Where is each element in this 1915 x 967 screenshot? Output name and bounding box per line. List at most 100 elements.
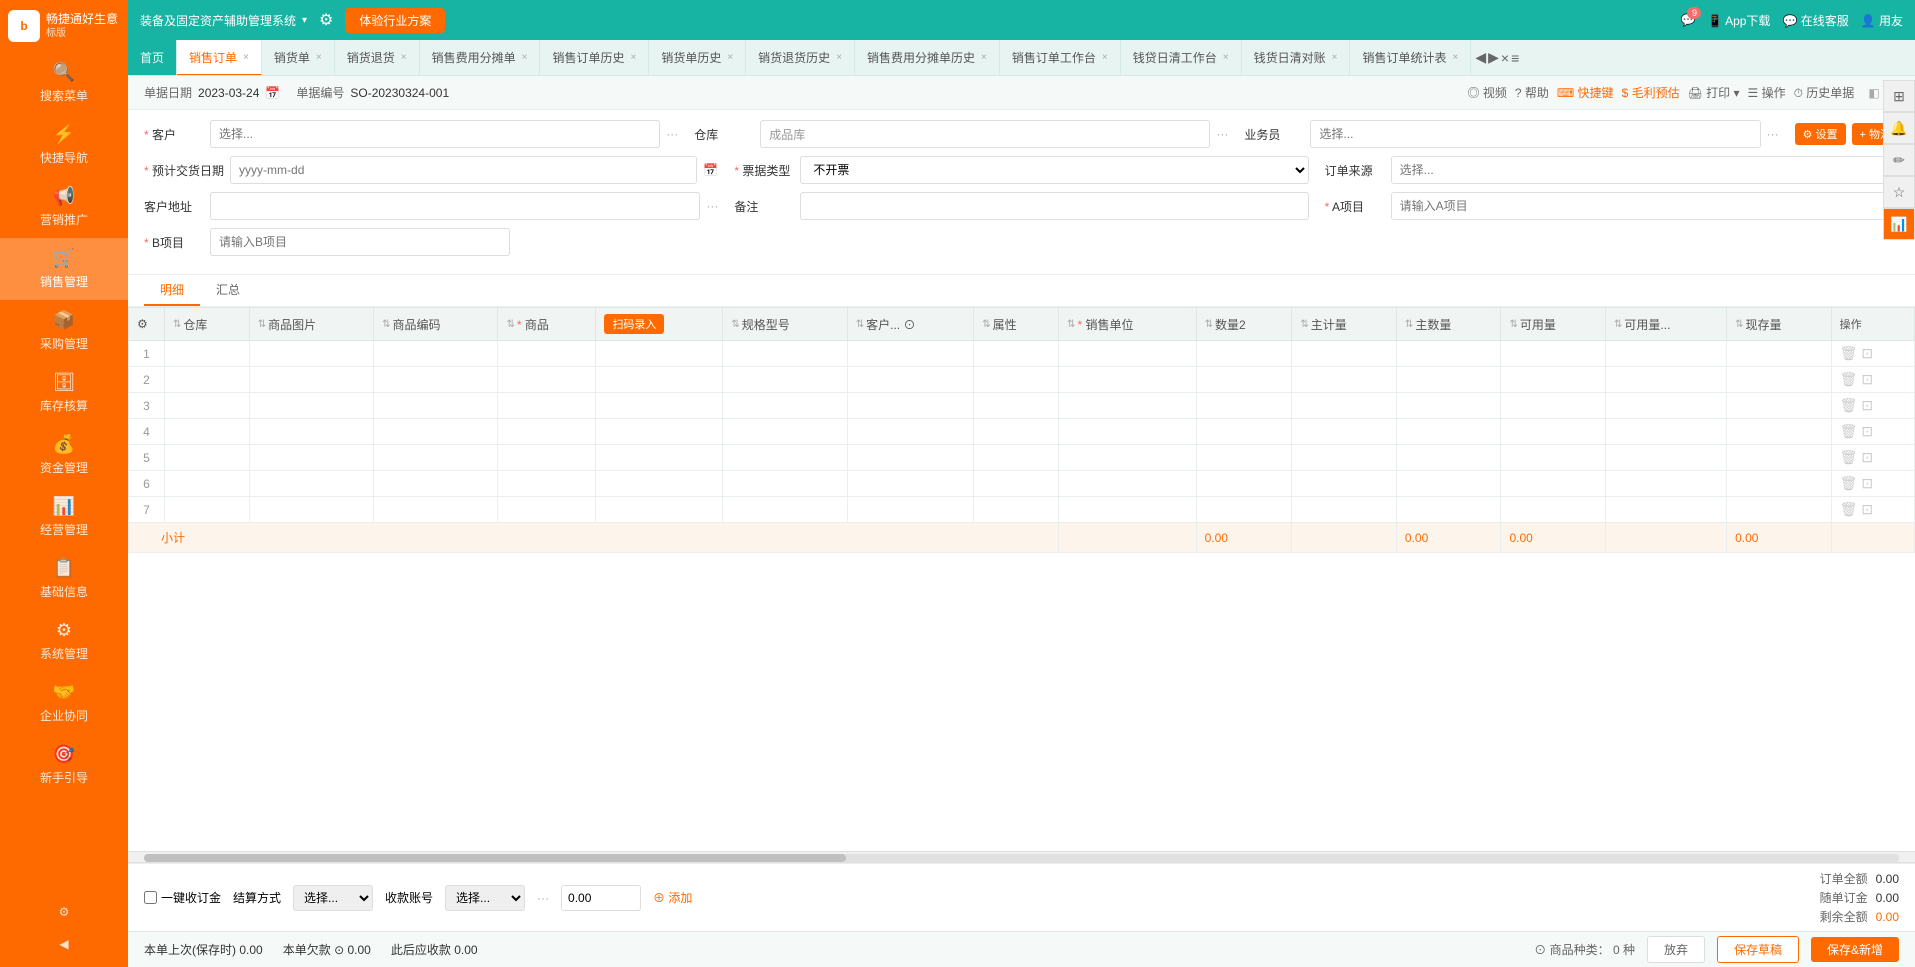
- tab-expense[interactable]: 销售费用分摊单 ×: [420, 40, 541, 76]
- row-7-stock[interactable]: [1727, 497, 1832, 523]
- tab-close-return[interactable]: ×: [401, 52, 407, 63]
- row-7-available2[interactable]: [1606, 497, 1727, 523]
- right-panel-edit-btn[interactable]: ✏: [1883, 144, 1915, 176]
- operation-btn[interactable]: ☰ 操作: [1748, 84, 1786, 101]
- row-1-stock[interactable]: [1727, 341, 1832, 367]
- scrollbar-thumb[interactable]: [144, 854, 846, 862]
- row-3-warehouse[interactable]: [165, 393, 250, 419]
- delivery-input[interactable]: [230, 156, 697, 184]
- add-button[interactable]: ⊕ 添加: [653, 889, 692, 906]
- tab-close-sales-order[interactable]: ×: [243, 52, 249, 63]
- tab-invoice[interactable]: 销货单 ×: [262, 40, 335, 76]
- sidebar-item-quicknav[interactable]: ⚡ 快捷导航: [0, 114, 128, 176]
- row-6-code[interactable]: [374, 471, 498, 497]
- row-4-spec[interactable]: [723, 419, 847, 445]
- row-3-delete-icon[interactable]: 🗑: [1840, 397, 1858, 414]
- row-4-available2[interactable]: [1606, 419, 1727, 445]
- row-1-scan[interactable]: [596, 341, 723, 367]
- row-4-available[interactable]: [1501, 419, 1606, 445]
- row-2-attr[interactable]: [974, 367, 1059, 393]
- row-6-image[interactable]: [249, 471, 373, 497]
- row-7-code[interactable]: [374, 497, 498, 523]
- row-6-available[interactable]: [1501, 471, 1606, 497]
- row-1-code[interactable]: [374, 341, 498, 367]
- sidebar-item-basic[interactable]: 📋 基础信息: [0, 548, 128, 610]
- online-service-link[interactable]: 💬 在线客服: [1782, 12, 1848, 29]
- tab-close-history-return[interactable]: ×: [836, 52, 842, 63]
- topbar-gear-icon[interactable]: ⚙: [319, 10, 333, 30]
- tab-next-btn[interactable]: ▶: [1488, 49, 1499, 66]
- row-3-scan[interactable]: [596, 393, 723, 419]
- bottom-dots[interactable]: ···: [537, 891, 549, 905]
- row-3-image[interactable]: [249, 393, 373, 419]
- row-7-attr[interactable]: [974, 497, 1059, 523]
- row-7-spec[interactable]: [723, 497, 847, 523]
- sidebar-item-enterprise[interactable]: 🤝 企业协同: [0, 672, 128, 734]
- row-5-spec[interactable]: [723, 445, 847, 471]
- tab-close-daily-clear[interactable]: ×: [1223, 52, 1229, 63]
- row-6-available2[interactable]: [1606, 471, 1727, 497]
- row-3-available2[interactable]: [1606, 393, 1727, 419]
- row-3-code[interactable]: [374, 393, 498, 419]
- sidebar-settings[interactable]: ⚙: [0, 897, 128, 927]
- calendar-icon[interactable]: 📅: [265, 86, 280, 100]
- project-a-input[interactable]: [1391, 192, 1899, 220]
- row-3-copy-icon[interactable]: ⊡: [1861, 397, 1873, 414]
- row-4-scan[interactable]: [596, 419, 723, 445]
- row-2-main-unit[interactable]: [1292, 367, 1397, 393]
- row-4-main-unit[interactable]: [1292, 419, 1397, 445]
- row-5-qty2[interactable]: [1196, 445, 1292, 471]
- row-6-warehouse[interactable]: [165, 471, 250, 497]
- row-3-spec[interactable]: [723, 393, 847, 419]
- row-2-spec[interactable]: [723, 367, 847, 393]
- row-2-code[interactable]: [374, 367, 498, 393]
- row-2-scan[interactable]: [596, 367, 723, 393]
- settle-method-select[interactable]: 选择...: [293, 885, 373, 911]
- row-6-stock[interactable]: [1727, 471, 1832, 497]
- history-btn[interactable]: ⏱ 历史单据: [1794, 84, 1855, 101]
- right-panel-chart-btn[interactable]: 📊: [1883, 208, 1915, 240]
- tab-close-expense[interactable]: ×: [522, 52, 528, 63]
- detail-tab-detail[interactable]: 明细: [144, 275, 200, 306]
- sidebar-item-operation[interactable]: 📊 经营管理: [0, 486, 128, 548]
- row-5-warehouse[interactable]: [165, 445, 250, 471]
- row-1-available2[interactable]: [1606, 341, 1727, 367]
- industry-solution-button[interactable]: 体验行业方案: [345, 8, 445, 33]
- bank-no-select[interactable]: 选择...: [445, 885, 525, 911]
- row-3-attr[interactable]: [974, 393, 1059, 419]
- right-panel-star-btn[interactable]: ☆: [1883, 176, 1915, 208]
- table-view-btn[interactable]: ◧: [1868, 86, 1879, 100]
- discard-button[interactable]: 放弃: [1647, 936, 1705, 963]
- row-3-customer-code[interactable]: [847, 393, 974, 419]
- row-7-copy-icon[interactable]: ⊡: [1861, 501, 1873, 518]
- row-2-customer-code[interactable]: [847, 367, 974, 393]
- tab-close-stats[interactable]: ×: [1452, 52, 1458, 63]
- row-2-main-qty[interactable]: [1396, 367, 1501, 393]
- row-1-delete-icon[interactable]: 🗑: [1840, 345, 1858, 362]
- horizontal-scrollbar[interactable]: [128, 851, 1915, 863]
- row-4-attr[interactable]: [974, 419, 1059, 445]
- customer-addr-input[interactable]: [210, 192, 700, 220]
- row-4-main-qty[interactable]: [1396, 419, 1501, 445]
- row-4-image[interactable]: [249, 419, 373, 445]
- row-5-customer-code[interactable]: [847, 445, 974, 471]
- row-1-qty2[interactable]: [1196, 341, 1292, 367]
- right-panel-grid-btn[interactable]: ⊞: [1883, 80, 1915, 112]
- row-1-copy-icon[interactable]: ⊡: [1861, 345, 1873, 362]
- row-1-customer-code[interactable]: [847, 341, 974, 367]
- note-input[interactable]: [800, 192, 1308, 220]
- tab-history-expense[interactable]: 销售费用分摊单历史 ×: [855, 40, 1000, 76]
- tab-close-invoice[interactable]: ×: [316, 52, 322, 63]
- row-6-qty2[interactable]: [1196, 471, 1292, 497]
- tab-close-all-btn[interactable]: ×: [1501, 49, 1509, 66]
- save-new-button[interactable]: 保存&新增: [1811, 937, 1899, 962]
- sidebar-collapse[interactable]: ◀: [0, 929, 128, 959]
- row-3-main-qty[interactable]: [1396, 393, 1501, 419]
- tab-workbench[interactable]: 销售订单工作台 ×: [1000, 40, 1121, 76]
- row-6-copy-icon[interactable]: ⊡: [1861, 475, 1873, 492]
- row-5-code[interactable]: [374, 445, 498, 471]
- row-2-image[interactable]: [249, 367, 373, 393]
- col-settings-icon[interactable]: ⚙: [137, 317, 148, 331]
- sidebar-item-capital[interactable]: 💰 资金管理: [0, 424, 128, 486]
- user-menu[interactable]: 👤 用友: [1861, 12, 1903, 29]
